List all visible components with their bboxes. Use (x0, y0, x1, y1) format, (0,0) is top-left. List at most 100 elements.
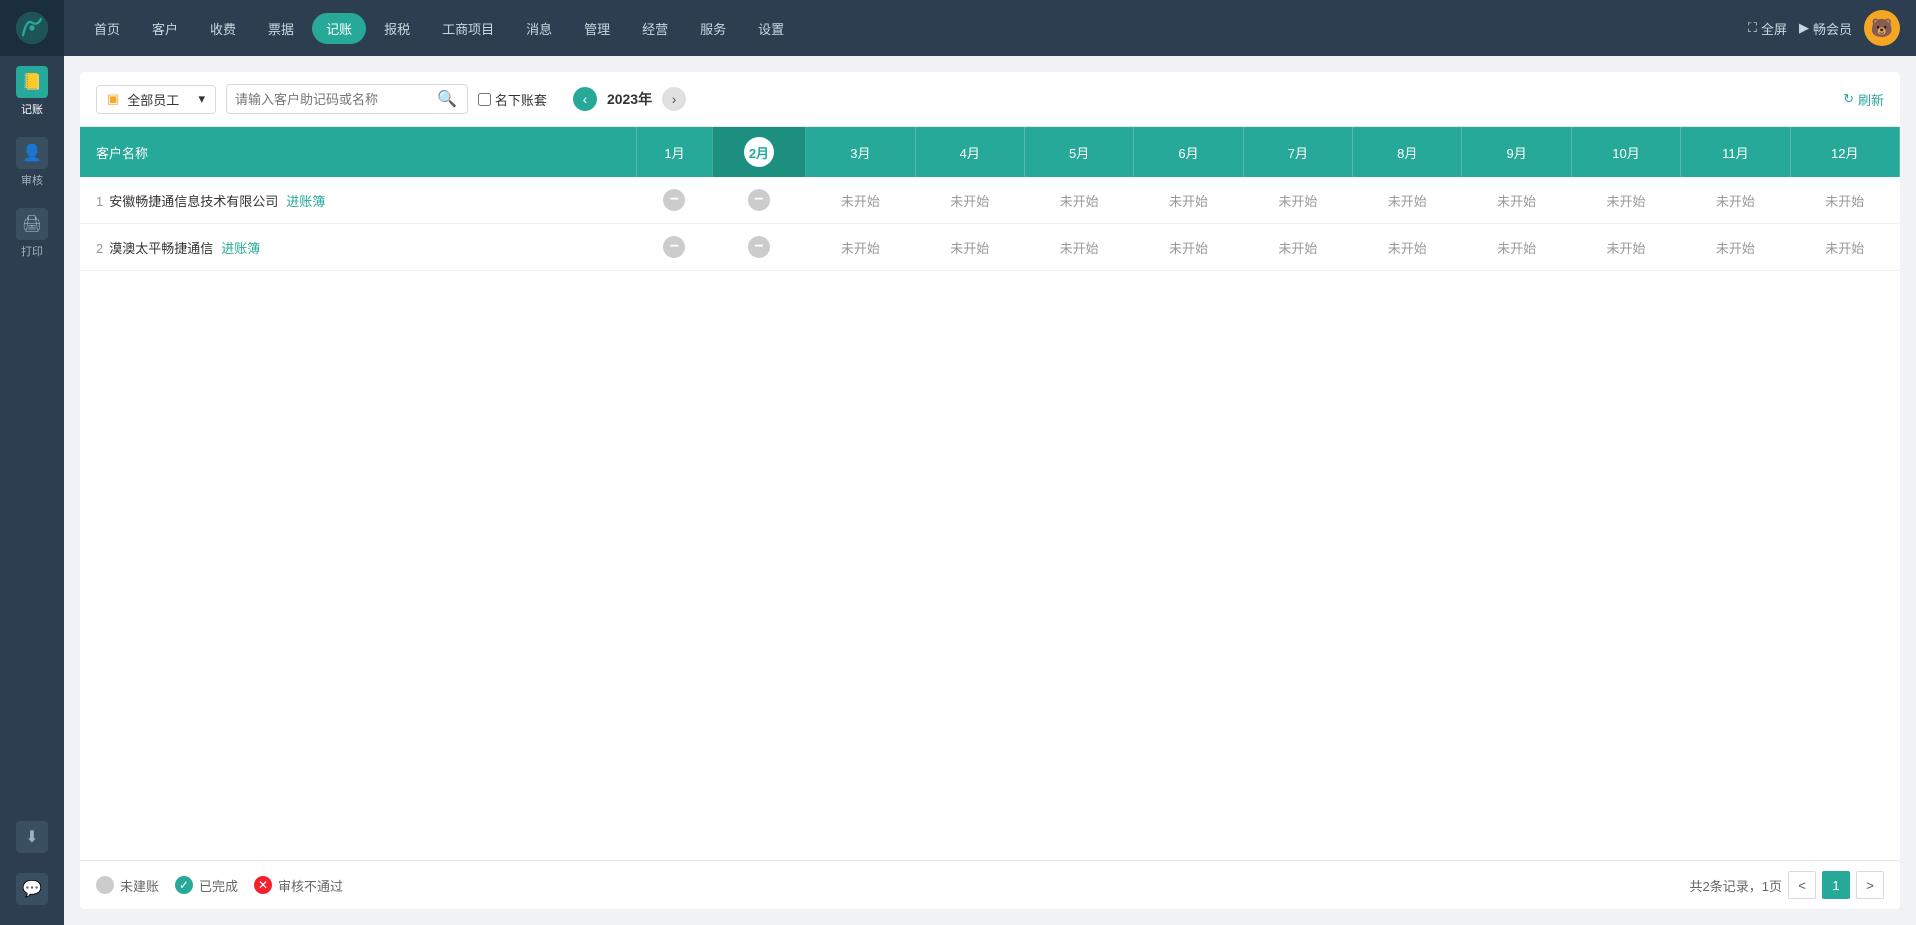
col-header-apr: 4月 (915, 127, 1024, 177)
prev-year-button[interactable]: ‹ (573, 87, 597, 111)
status-not-started: 未开始 (1060, 194, 1099, 209)
col-header-sep: 9月 (1462, 127, 1571, 177)
nav-settings[interactable]: 设置 (744, 13, 798, 44)
main-card: ▣ 全部员工 ▾ 🔍 名下账套 ‹ 2023年 › (80, 72, 1900, 909)
col-header-jun: 6月 (1134, 127, 1243, 177)
legend-rejected-label: 审核不通过 (278, 876, 343, 895)
sidebar-item-print[interactable]: 🖨 打印 (0, 198, 64, 269)
logo[interactable] (0, 0, 64, 56)
month-cell-9: 未开始 (1462, 224, 1571, 271)
next-page-button[interactable]: > (1856, 871, 1884, 899)
employee-filter[interactable]: ▣ 全部员工 ▾ (96, 85, 216, 114)
month-cell-9: 未开始 (1462, 177, 1571, 224)
col-header-nov: 11月 (1681, 127, 1790, 177)
prev-page-button[interactable]: < (1788, 871, 1816, 899)
month-cell-1: − (637, 224, 713, 271)
col-header-dec: 12月 (1790, 127, 1899, 177)
nav-tax[interactable]: 报税 (370, 13, 424, 44)
sidebar-item-accounting[interactable]: 📒 记账 (0, 56, 64, 127)
search-input[interactable] (235, 92, 435, 107)
client-cell: 2漠澳太平畅捷通信进账簿 (80, 224, 637, 271)
status-not-started: 未开始 (1278, 194, 1317, 209)
sidebar-item-download[interactable]: ⬇ (0, 811, 64, 863)
status-not-started: 未开始 (1169, 194, 1208, 209)
avatar[interactable]: 🐻 (1864, 10, 1900, 46)
accounting-icon: 📒 (16, 66, 48, 98)
refresh-button[interactable]: ↻ 刷新 (1843, 90, 1884, 109)
nav-service[interactable]: 服务 (686, 13, 740, 44)
account-filter-checkbox[interactable] (478, 93, 491, 106)
legend-not-started: 未建账 (96, 876, 159, 895)
filter-label: 全部员工 (127, 90, 179, 109)
col-header-oct: 10月 (1571, 127, 1680, 177)
status-not-started: 未开始 (841, 241, 880, 256)
member-button[interactable]: ▶ 畅会员 (1799, 19, 1852, 38)
col-header-feb: 2月 (712, 127, 805, 177)
status-dash-icon: − (663, 189, 685, 211)
enter-ledger-link[interactable]: 进账簿 (221, 241, 260, 256)
status-not-started: 未开始 (1497, 241, 1536, 256)
status-not-started: 未开始 (1278, 241, 1317, 256)
row-index: 1 (96, 194, 103, 209)
download-icon: ⬇ (16, 821, 48, 853)
next-year-button[interactable]: › (662, 87, 686, 111)
nav-home[interactable]: 首页 (80, 13, 134, 44)
col-header-may: 5月 (1024, 127, 1133, 177)
footer: 未建账 ✓ 已完成 ✕ 审核不通过 共2条记录，1页 < 1 > (80, 860, 1900, 909)
nav-business[interactable]: 工商项目 (428, 13, 508, 44)
status-not-started: 未开始 (1497, 194, 1536, 209)
status-not-started: 未开始 (841, 194, 880, 209)
month-cell-7: 未开始 (1243, 177, 1352, 224)
client-name: 安徽畅捷通信息技术有限公司 (109, 194, 278, 209)
current-page-button[interactable]: 1 (1822, 871, 1850, 899)
status-not-started: 未开始 (1169, 241, 1208, 256)
total-records: 共2条记录，1页 (1690, 876, 1782, 895)
nav-billing[interactable]: 收费 (196, 13, 250, 44)
year-nav: ‹ 2023年 › (573, 87, 686, 111)
sidebar: 📒 记账 👤 审核 🖨 打印 ⬇ 💬 (0, 0, 64, 925)
support-icon: 💬 (16, 873, 48, 905)
search-button[interactable]: 🔍 (435, 89, 459, 109)
col-header-jan: 1月 (637, 127, 713, 177)
month-cell-11: 未开始 (1681, 177, 1790, 224)
filter-arrow: ▾ (198, 91, 205, 107)
toolbar: ▣ 全部员工 ▾ 🔍 名下账套 ‹ 2023年 › (80, 72, 1900, 127)
nav-manage[interactable]: 管理 (570, 13, 624, 44)
topnav: 首页 客户 收费 票据 记账 报税 工商项目 消息 管理 经营 服务 设置 ⛶ … (64, 0, 1916, 56)
nav-invoice[interactable]: 票据 (254, 13, 308, 44)
client-cell: 1 安徽畅捷通信息技术有限公司进账簿 (80, 177, 637, 224)
status-dash-icon: − (748, 236, 770, 258)
status-not-started: 未开始 (950, 241, 989, 256)
sidebar-item-review[interactable]: 👤 审核 (0, 127, 64, 198)
nav-operation[interactable]: 经营 (628, 13, 682, 44)
member-icon: ▶ (1799, 20, 1809, 36)
table-row: 2漠澳太平畅捷通信进账簿−−未开始未开始未开始未开始未开始未开始未开始未开始未开… (80, 224, 1900, 271)
month-cell-12: 未开始 (1790, 224, 1899, 271)
status-not-started: 未开始 (1606, 194, 1645, 209)
nav-customer[interactable]: 客户 (138, 13, 192, 44)
month-cell-5: 未开始 (1024, 224, 1133, 271)
nav-message[interactable]: 消息 (512, 13, 566, 44)
legend-completed: ✓ 已完成 (175, 876, 238, 895)
month-cell-12: 未开始 (1790, 177, 1899, 224)
main-table: 客户名称 1月 2月 3月 4月 5月 6月 7月 8月 9月 10月 11月 (80, 127, 1900, 271)
table-wrap: 客户名称 1月 2月 3月 4月 5月 6月 7月 8月 9月 10月 11月 (80, 127, 1900, 860)
enter-ledger-link[interactable]: 进账簿 (286, 194, 325, 209)
refresh-icon: ↻ (1843, 91, 1854, 107)
month-cell-7: 未开始 (1243, 224, 1352, 271)
topnav-right: ⛶ 全屏 ▶ 畅会员 🐻 (1748, 10, 1900, 46)
sidebar-bottom: ⬇ 💬 (0, 811, 64, 925)
sidebar-item-support[interactable]: 💬 (0, 863, 64, 915)
print-icon: 🖨 (16, 208, 48, 240)
current-month-circle: 2月 (744, 137, 774, 167)
nav-bookkeeping[interactable]: 记账 (312, 13, 366, 44)
month-cell-1: − (637, 177, 713, 224)
fullscreen-icon: ⛶ (1748, 20, 1757, 36)
month-cell-8: 未开始 (1353, 177, 1462, 224)
content-area: ▣ 全部员工 ▾ 🔍 名下账套 ‹ 2023年 › (64, 56, 1916, 925)
legend-rejected: ✕ 审核不通过 (254, 876, 343, 895)
row-index: 2 (96, 241, 103, 256)
col-header-jul: 7月 (1243, 127, 1352, 177)
status-not-started: 未开始 (1716, 241, 1755, 256)
fullscreen-button[interactable]: ⛶ 全屏 (1748, 19, 1787, 38)
